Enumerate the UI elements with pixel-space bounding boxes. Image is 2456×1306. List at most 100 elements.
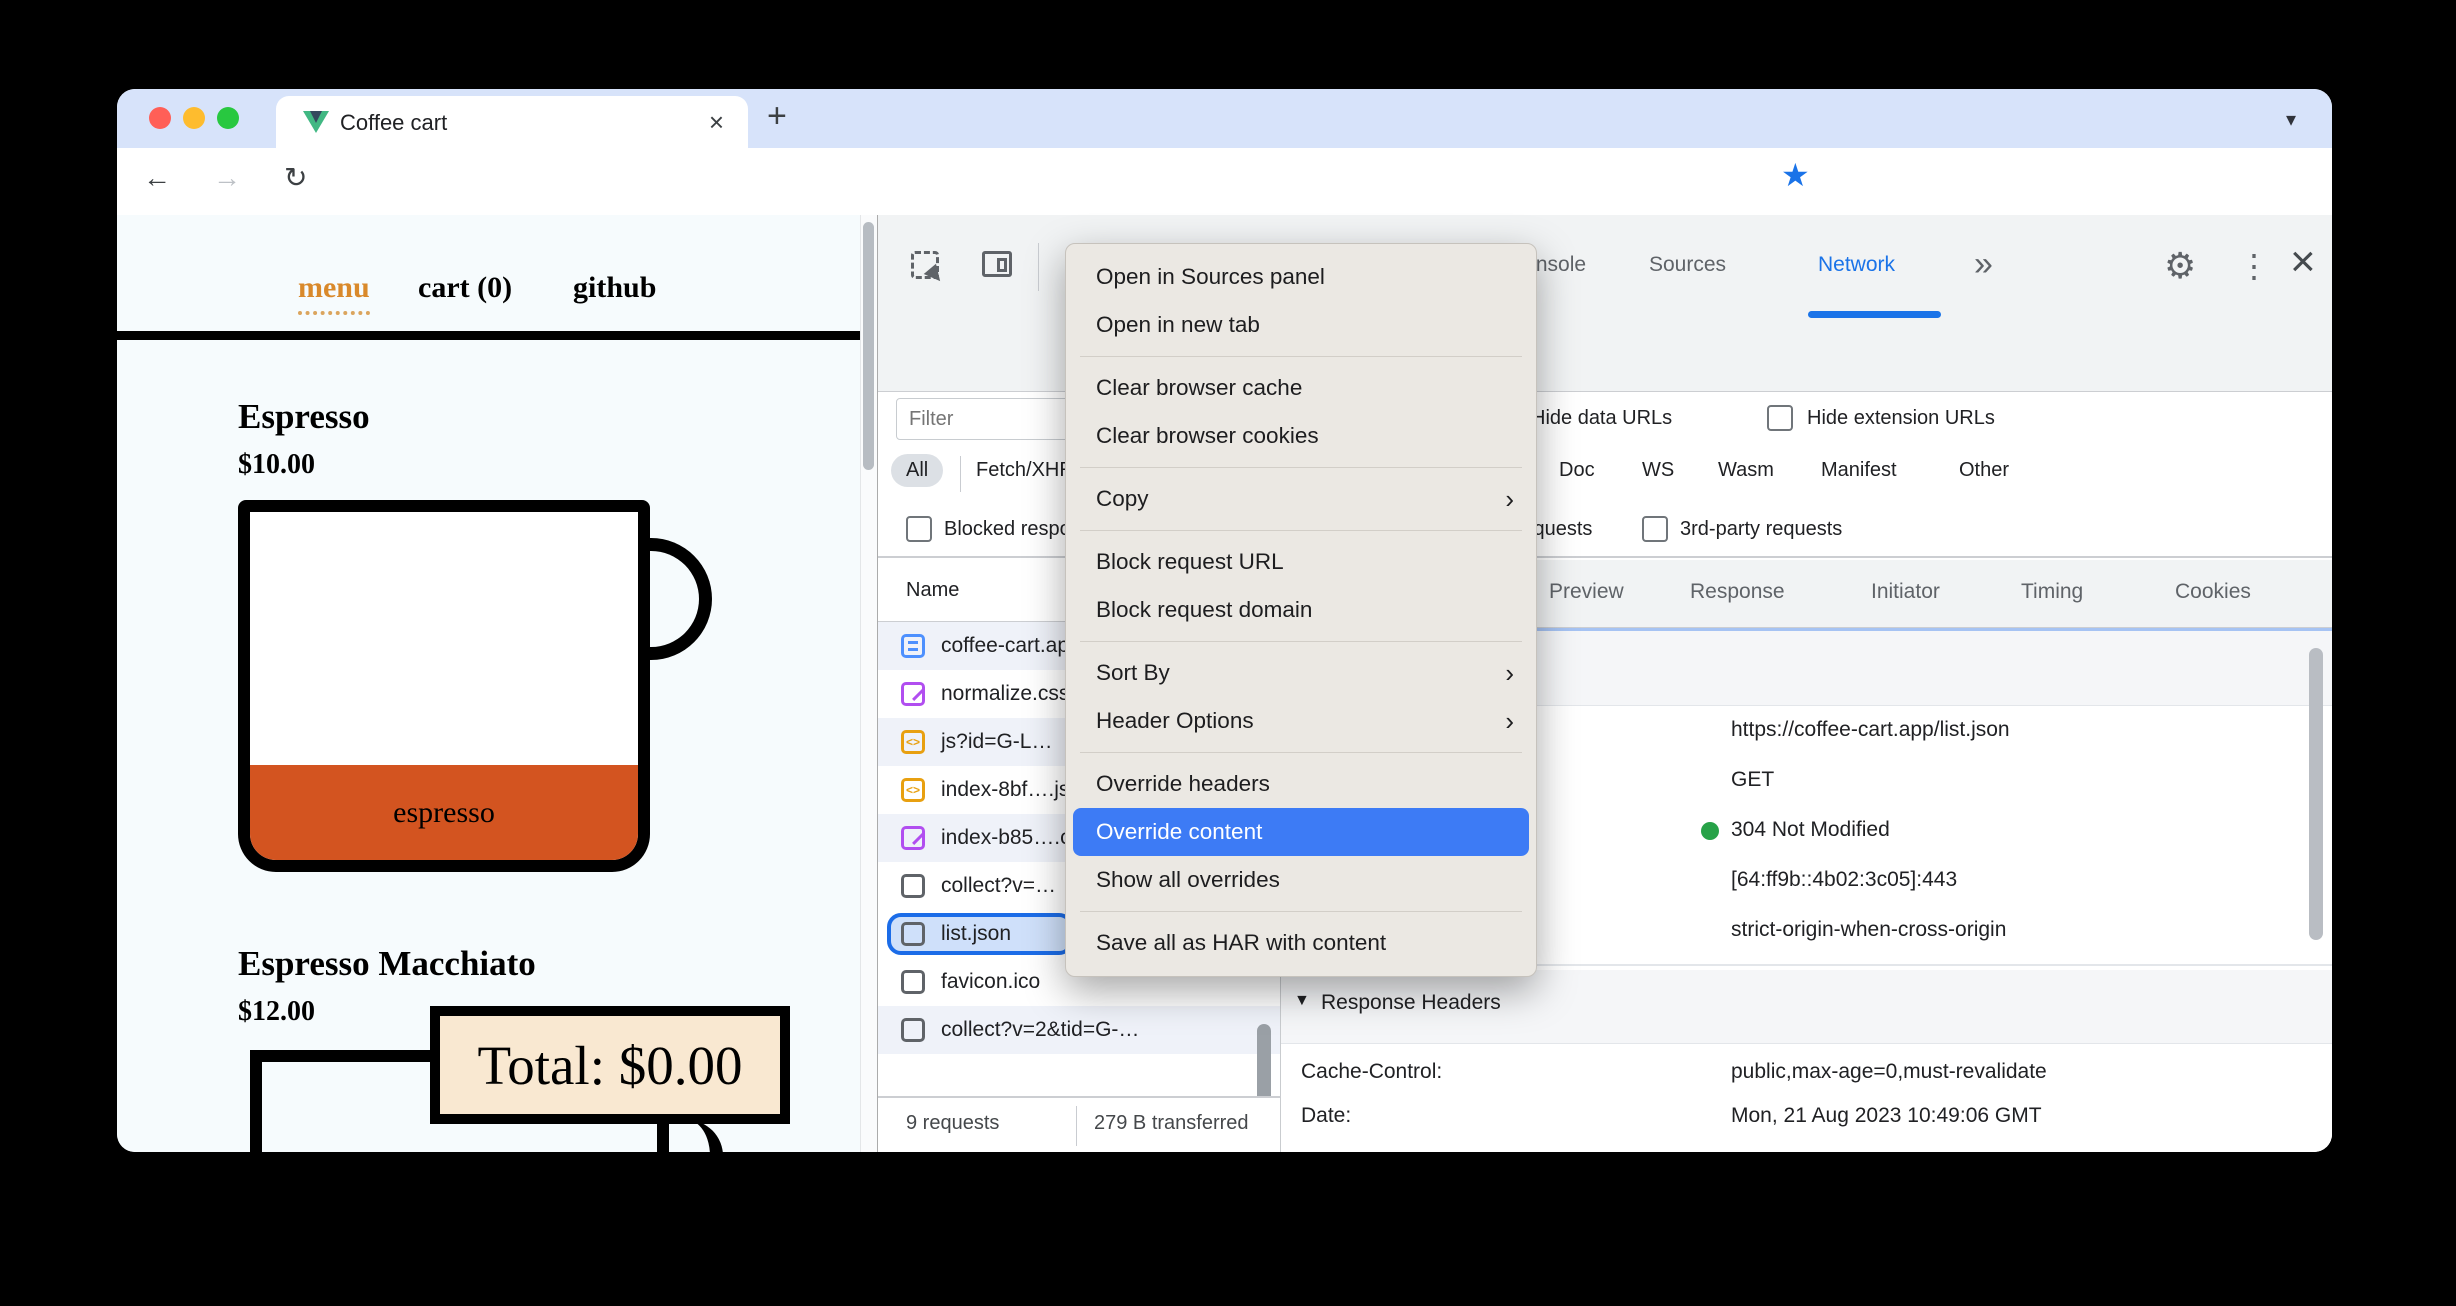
vue-logo-inner bbox=[310, 111, 322, 123]
nav-link-github[interactable]: github bbox=[573, 271, 656, 305]
filter-pill[interactable]: Fetch/XHR bbox=[976, 459, 1074, 482]
third-party-requests-label[interactable]: 3rd-party requests bbox=[1680, 518, 1842, 541]
nav-divider bbox=[117, 331, 860, 340]
menu-item-block-request-url[interactable]: Block request URL bbox=[1066, 538, 1536, 586]
filter-pill[interactable]: Wasm bbox=[1718, 459, 1774, 482]
tab-cookies[interactable]: Cookies bbox=[2175, 580, 2251, 604]
tab-response[interactable]: Response bbox=[1690, 580, 1785, 604]
script-file-icon: <> bbox=[901, 730, 925, 754]
tab-preview[interactable]: Preview bbox=[1549, 580, 1624, 604]
blocked-response-cookies-checkbox[interactable] bbox=[906, 516, 932, 542]
tab-timing[interactable]: Timing bbox=[2021, 580, 2083, 604]
hide-extension-urls-checkbox[interactable] bbox=[1767, 405, 1793, 431]
forward-button[interactable]: → bbox=[213, 162, 241, 194]
macchiato-cup-edge bbox=[250, 1050, 432, 1062]
close-window-button[interactable] bbox=[149, 107, 171, 129]
menu-item-override-headers[interactable]: Override headers bbox=[1066, 760, 1536, 808]
filter-pill[interactable]: WS bbox=[1642, 459, 1674, 482]
tab-strip-chevron-icon[interactable]: ▾ bbox=[2273, 101, 2309, 137]
submenu-arrow-icon: › bbox=[1505, 484, 1514, 514]
header-value: public,max-age=0,must-revalidate bbox=[1731, 1060, 2047, 1083]
hide-extension-urls-label[interactable]: Hide extension URLs bbox=[1807, 407, 1995, 430]
reload-button[interactable]: ↻ bbox=[284, 161, 307, 194]
inspect-icon[interactable] bbox=[911, 251, 947, 287]
menu-item-override-content[interactable]: Override content bbox=[1073, 808, 1529, 856]
bookmark-star-icon[interactable]: ★ bbox=[1781, 156, 1810, 194]
espresso-cup-handle bbox=[648, 538, 712, 660]
tab-sources[interactable]: Sources bbox=[1649, 253, 1726, 277]
menu-item-clear-browser-cache[interactable]: Clear browser cache bbox=[1066, 364, 1536, 412]
devtools-settings-icon[interactable]: ⚙ bbox=[2164, 245, 2196, 287]
menu-item-block-request-domain[interactable]: Block request domain bbox=[1066, 586, 1536, 634]
menu-item-clear-browser-cookies[interactable]: Clear browser cookies bbox=[1066, 412, 1536, 460]
macchiato-cup-edge bbox=[250, 1050, 262, 1152]
menu-separator bbox=[1066, 634, 1536, 649]
filter-pill[interactable]: Manifest bbox=[1821, 459, 1897, 482]
script-file-icon: <> bbox=[901, 778, 925, 802]
espresso-cup[interactable]: espresso bbox=[238, 500, 650, 872]
document-file-icon bbox=[901, 634, 925, 658]
nav-link-menu[interactable]: menu bbox=[298, 271, 370, 315]
tab-initiator[interactable]: Initiator bbox=[1871, 580, 1940, 604]
field-value[interactable]: https://coffee-cart.app/list.json bbox=[1731, 718, 2010, 742]
generic-file-icon bbox=[901, 922, 925, 946]
devtools-divider bbox=[960, 456, 961, 492]
submenu-arrow-icon: › bbox=[1505, 706, 1514, 736]
menu-separator bbox=[1066, 904, 1536, 919]
new-tab-button[interactable]: + bbox=[767, 97, 787, 136]
tab-network[interactable]: Network bbox=[1818, 253, 1895, 277]
minimize-window-button[interactable] bbox=[183, 107, 205, 129]
product-price: $12.00 bbox=[238, 996, 315, 1027]
menu-item-show-all-overrides[interactable]: Show all overrides bbox=[1066, 856, 1536, 904]
menu-item-open-in-sources[interactable]: Open in Sources panel bbox=[1066, 253, 1536, 301]
menu-separator bbox=[1066, 523, 1536, 538]
response-headers-title: Response Headers bbox=[1321, 991, 1501, 1014]
header-name: Cache-Control: bbox=[1301, 1060, 1443, 1083]
nav-link-cart[interactable]: cart (0) bbox=[418, 271, 512, 305]
page-scrollbar-thumb[interactable] bbox=[863, 222, 874, 470]
field-value: 304 Not Modified bbox=[1731, 818, 1890, 841]
status-ok-dot bbox=[1701, 822, 1719, 840]
response-headers-section-header[interactable]: ▼ Response Headers bbox=[1281, 970, 2332, 1044]
third-party-requests-checkbox[interactable] bbox=[1642, 516, 1668, 542]
status-divider bbox=[1076, 1106, 1077, 1146]
menu-item-header-options[interactable]: Header Options › bbox=[1066, 697, 1536, 745]
page-content: menu cart (0) github Espresso $10.00 esp… bbox=[117, 215, 877, 1152]
cart-total-button[interactable]: Total: $0.00 bbox=[430, 1006, 790, 1124]
request-list-scrollbar-thumb[interactable] bbox=[1257, 1024, 1271, 1096]
browser-tab[interactable]: Coffee cart × bbox=[276, 96, 748, 148]
generic-file-icon bbox=[901, 970, 925, 994]
devtools-divider bbox=[1038, 243, 1039, 291]
zoom-window-button[interactable] bbox=[217, 107, 239, 129]
back-button[interactable]: ← bbox=[143, 162, 171, 194]
request-row[interactable]: collect?v=2&tid=G-… bbox=[878, 1006, 1280, 1054]
more-tabs-icon[interactable]: » bbox=[1974, 245, 1993, 284]
details-scrollbar-thumb[interactable] bbox=[2309, 648, 2323, 940]
browser-toolbar: ← → ↻ coffee-cart.app ★ G ⋮ bbox=[117, 148, 2332, 264]
filter-pill[interactable]: Other bbox=[1959, 459, 2009, 482]
device-toolbar-icon[interactable] bbox=[982, 251, 1012, 277]
submenu-arrow-icon: › bbox=[1505, 658, 1514, 688]
menu-item-open-in-new-tab[interactable]: Open in new tab bbox=[1066, 301, 1536, 349]
menu-separator bbox=[1066, 349, 1536, 364]
network-status-bar: 9 requests 279 B transferred bbox=[878, 1096, 1281, 1152]
context-menu: Open in Sources panel Open in new tab Cl… bbox=[1065, 243, 1537, 977]
espresso-cup-fill: espresso bbox=[250, 765, 638, 860]
devtools-menu-icon[interactable]: ⋮ bbox=[2238, 247, 2270, 285]
browser-window: Coffee cart × + ▾ ← → ↻ coffee-cart.app … bbox=[117, 89, 2332, 1152]
menu-item-sort-by[interactable]: Sort By › bbox=[1066, 649, 1536, 697]
menu-item-copy[interactable]: Copy › bbox=[1066, 475, 1536, 523]
active-tab-underline bbox=[1808, 311, 1941, 318]
hide-data-urls-label[interactable]: Hide data URLs bbox=[1531, 407, 1672, 430]
menu-item-save-all-as-har[interactable]: Save all as HAR with content bbox=[1066, 919, 1536, 967]
devtools-close-icon[interactable]: × bbox=[2290, 237, 2316, 287]
filter-pill[interactable]: Doc bbox=[1559, 459, 1595, 482]
tab-close-icon[interactable]: × bbox=[709, 107, 724, 138]
macchiato-cup-handle bbox=[683, 1120, 723, 1152]
menu-separator bbox=[1066, 460, 1536, 475]
product-name: Espresso Macchiato bbox=[238, 944, 536, 983]
header-value: Mon, 21 Aug 2023 10:49:06 GMT bbox=[1731, 1104, 2042, 1127]
filter-pill-all[interactable]: All bbox=[891, 454, 944, 487]
menu-separator bbox=[1066, 745, 1536, 760]
field-value: [64:ff9b::4b02:3c05]:443 bbox=[1731, 868, 1958, 891]
